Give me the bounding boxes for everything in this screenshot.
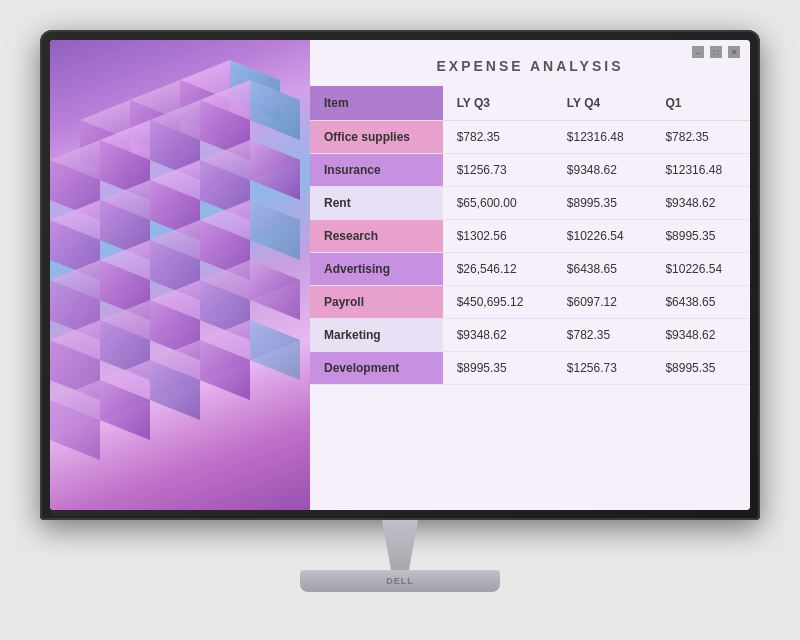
table-row: Insurance $1256.73 $9348.62 $12316.48 [310, 154, 750, 187]
cell-q1: $9348.62 [651, 187, 750, 220]
svg-marker-55 [250, 260, 300, 320]
close-button[interactable]: ✕ [728, 46, 740, 58]
svg-marker-67 [250, 320, 300, 380]
monitor-bezel: – □ ✕ [40, 30, 760, 520]
cell-q1: $9348.62 [651, 319, 750, 352]
table-row: Payroll $450,695.12 $6097.12 $6438.65 [310, 286, 750, 319]
cell-lyq3: $26,546.12 [443, 253, 553, 286]
cell-lyq3: $450,695.12 [443, 286, 553, 319]
cell-q1: $8995.35 [651, 352, 750, 385]
expense-content: EXPENSE ANALYSIS Item LY Q3 LY Q4 Q1 Off… [310, 40, 750, 510]
cell-item: Payroll [310, 286, 443, 319]
minimize-button[interactable]: – [692, 46, 704, 58]
cell-q1: $12316.48 [651, 154, 750, 187]
cell-lyq4: $8995.35 [553, 187, 652, 220]
table-row: Marketing $9348.62 $782.35 $9348.62 [310, 319, 750, 352]
cell-lyq4: $10226.54 [553, 220, 652, 253]
cell-item: Rent [310, 187, 443, 220]
svg-marker-31 [250, 140, 300, 200]
cell-q1: $6438.65 [651, 286, 750, 319]
cell-q1: $782.35 [651, 121, 750, 154]
cell-lyq3: $9348.62 [443, 319, 553, 352]
monitor-stand-neck [370, 520, 430, 570]
col-header-lyq3: LY Q3 [443, 86, 553, 121]
cell-item: Office supplies [310, 121, 443, 154]
cell-lyq4: $6097.12 [553, 286, 652, 319]
cell-lyq4: $9348.62 [553, 154, 652, 187]
cell-item: Insurance [310, 154, 443, 187]
table-row: Development $8995.35 $1256.73 $8995.35 [310, 352, 750, 385]
table-row: Rent $65,600.00 $8995.35 $9348.62 [310, 187, 750, 220]
cell-item: Marketing [310, 319, 443, 352]
monitor-stand-base: DELL [300, 570, 500, 592]
cell-item: Advertising [310, 253, 443, 286]
cell-q1: $8995.35 [651, 220, 750, 253]
monitor-screen: – □ ✕ [50, 40, 750, 510]
bezel-bottom [50, 510, 750, 516]
window-controls: – □ ✕ [692, 46, 740, 58]
page-title: EXPENSE ANALYSIS [310, 40, 750, 86]
cell-lyq4: $6438.65 [553, 253, 652, 286]
monitor: – □ ✕ [40, 30, 760, 610]
cell-item: Development [310, 352, 443, 385]
cell-lyq4: $12316.48 [553, 121, 652, 154]
table-row: Advertising $26,546.12 $6438.65 $10226.5… [310, 253, 750, 286]
maximize-button[interactable]: □ [710, 46, 722, 58]
col-header-item: Item [310, 86, 443, 121]
cell-lyq4: $1256.73 [553, 352, 652, 385]
col-header-lyq4: LY Q4 [553, 86, 652, 121]
cell-lyq3: $1302.56 [443, 220, 553, 253]
table-row: Office supplies $782.35 $12316.48 $782.3… [310, 121, 750, 154]
cell-lyq3: $8995.35 [443, 352, 553, 385]
cell-lyq3: $65,600.00 [443, 187, 553, 220]
cell-item: Research [310, 220, 443, 253]
table-row: Research $1302.56 $10226.54 $8995.35 [310, 220, 750, 253]
cell-lyq3: $782.35 [443, 121, 553, 154]
dell-logo: DELL [386, 576, 414, 586]
cell-lyq3: $1256.73 [443, 154, 553, 187]
cell-lyq4: $782.35 [553, 319, 652, 352]
cell-q1: $10226.54 [651, 253, 750, 286]
col-header-q1: Q1 [651, 86, 750, 121]
expense-table: Item LY Q3 LY Q4 Q1 Office supplies $782… [310, 86, 750, 385]
decorative-art [50, 40, 310, 510]
svg-marker-43 [250, 200, 300, 260]
